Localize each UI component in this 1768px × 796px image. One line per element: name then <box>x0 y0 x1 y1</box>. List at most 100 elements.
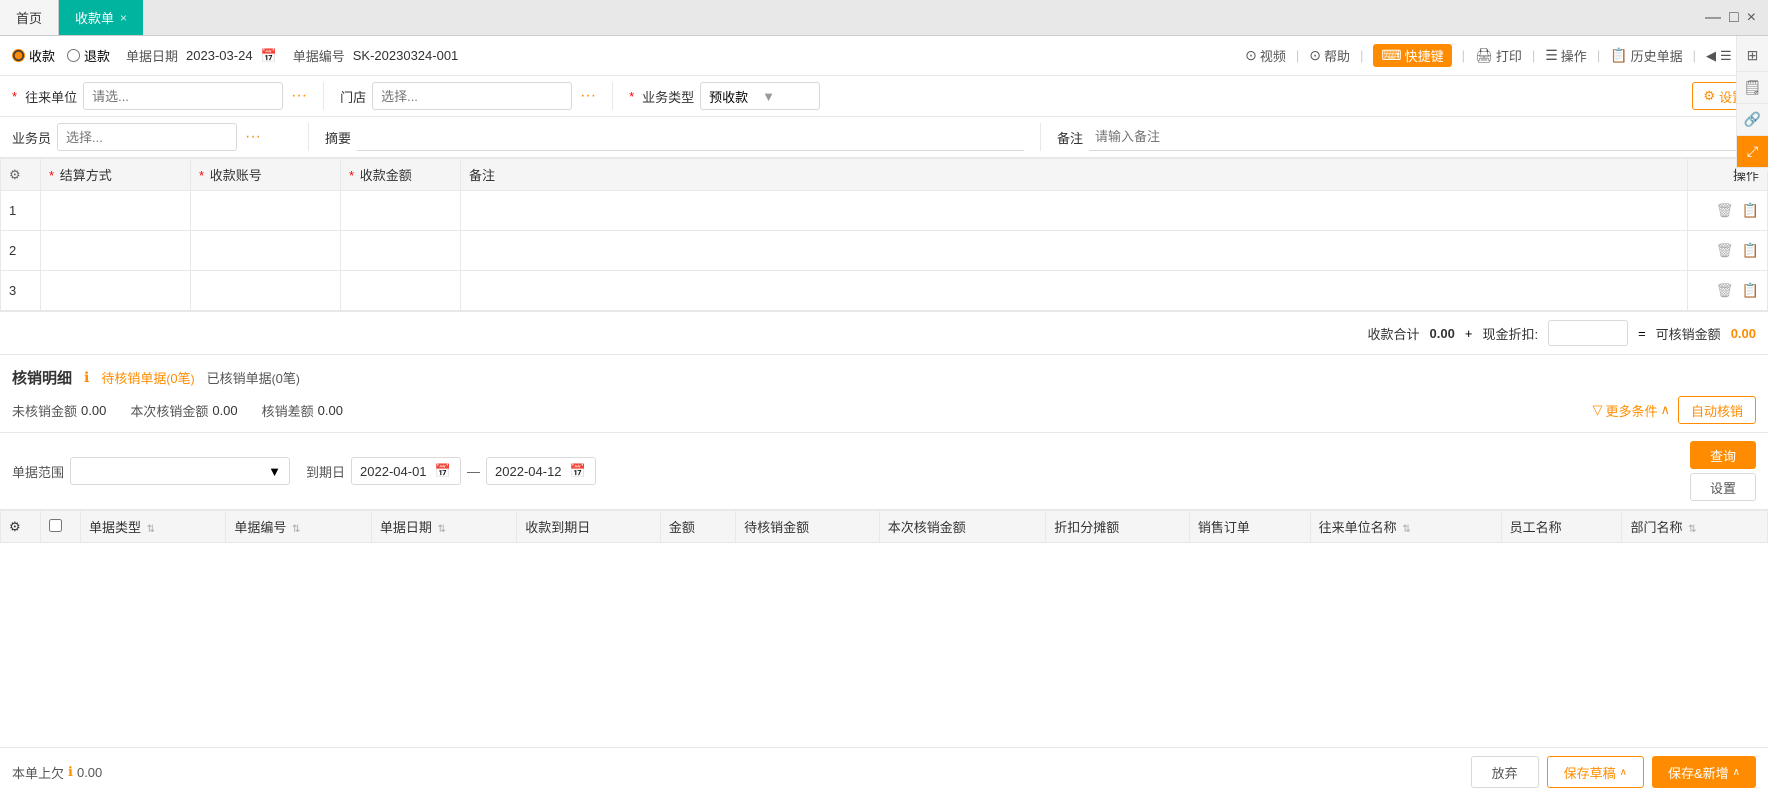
range-field: 单据范围 ▼ <box>12 457 290 485</box>
delete-row2-icon[interactable]: 🗑 <box>1716 242 1734 259</box>
row1-account[interactable] <box>191 191 341 231</box>
copy-row1-icon[interactable]: 📋 <box>1742 202 1759 219</box>
bottom-value: 0.00 <box>77 765 102 780</box>
close-window-icon[interactable]: × <box>1747 9 1756 27</box>
business-type-value: 预收款 <box>709 87 758 106</box>
maximize-icon[interactable]: □ <box>1729 9 1739 27</box>
list-view-icon[interactable]: ☰ <box>1720 48 1732 64</box>
store-more-icon[interactable]: ··· <box>580 87 596 105</box>
sort-dept-icon[interactable]: ⇅ <box>1688 524 1696 535</box>
copy-row2-icon[interactable]: 📋 <box>1742 242 1759 259</box>
table-row: 2 🗑 📋 <box>1 231 1768 271</box>
verified-tab[interactable]: 已核销单据(0笔) <box>207 368 300 387</box>
verify-title: 核销明细 <box>12 367 72 388</box>
row2-account[interactable] <box>191 231 341 271</box>
help-action[interactable]: ⊙ 帮助 <box>1309 46 1350 65</box>
copy-row3-icon[interactable]: 📋 <box>1742 282 1759 299</box>
radio-collection[interactable]: 收款 <box>12 46 55 65</box>
save-draft-dropdown-icon: ∧ <box>1620 767 1627 778</box>
save-draft-button[interactable]: 保存草稿 ∧ <box>1547 756 1644 788</box>
query-button[interactable]: 查询 <box>1690 441 1756 469</box>
date-to-input[interactable]: 2022-04-12 📅 <box>486 457 596 485</box>
row3-settlement[interactable] <box>41 271 191 311</box>
verify-stats: 未核销金额 0.00 本次核销金额 0.00 核销差额 0.00 ▽ 更多条件 … <box>0 392 1768 433</box>
tab-active[interactable]: 收款单 × <box>59 0 143 35</box>
radio-refund[interactable]: 退款 <box>67 46 110 65</box>
video-action[interactable]: ⊙ 视频 <box>1245 46 1286 65</box>
select-all-checkbox[interactable] <box>49 519 62 532</box>
save-new-button[interactable]: 保存&新增 ∧ <box>1652 756 1756 788</box>
row3-account[interactable] <box>191 271 341 311</box>
row3-remark[interactable] <box>461 271 1688 311</box>
sort-type-icon[interactable]: ⇅ <box>147 524 155 535</box>
discount-input[interactable] <box>1548 320 1628 346</box>
minimize-icon[interactable]: — <box>1705 9 1721 27</box>
remark-input[interactable] <box>1089 123 1756 151</box>
store-input[interactable] <box>372 82 572 110</box>
business-type-select[interactable]: 预收款 ▼ <box>700 82 820 110</box>
row1-remark[interactable] <box>461 191 1688 231</box>
verified-tab-label: 已核销单据 <box>207 371 272 386</box>
discard-button[interactable]: 放弃 <box>1471 756 1539 788</box>
date-from-input[interactable]: 2022-04-01 📅 <box>351 457 461 485</box>
counterpart-input[interactable] <box>83 82 283 110</box>
row2-amount[interactable] <box>341 231 461 271</box>
summary-input[interactable] <box>357 123 1024 151</box>
delete-row3-icon[interactable]: 🗑 <box>1716 282 1734 299</box>
prev-icon[interactable]: ◀ <box>1706 48 1716 64</box>
filter-settings-button[interactable]: 设置 <box>1690 473 1756 501</box>
print-action[interactable]: 🖨 打印 <box>1475 46 1522 65</box>
pending-tab[interactable]: 待核销单据(0笔) <box>101 368 194 387</box>
row1-settlement[interactable] <box>41 191 191 231</box>
sort-counterpart-icon[interactable]: ⇅ <box>1402 524 1410 535</box>
sort-date-icon[interactable]: ⇅ <box>437 524 445 535</box>
table-gear-icon[interactable]: ⚙ <box>9 167 21 182</box>
row2-remark[interactable] <box>461 231 1688 271</box>
tab-home[interactable]: 首页 <box>0 0 59 35</box>
auto-verify-button[interactable]: 自动核销 <box>1678 396 1756 424</box>
calendar-to-icon: 📅 <box>570 463 586 479</box>
counterpart-more-icon[interactable]: ··· <box>291 87 307 105</box>
divider-2 <box>612 82 613 110</box>
sort-number-icon[interactable]: ⇅ <box>292 524 300 535</box>
calendar-icon[interactable]: 📅 <box>261 48 277 64</box>
verify-header: 核销明细 ℹ 待核销单据(0笔) 已核销单据(0笔) <box>0 363 1768 392</box>
verify-table-wrapper[interactable]: ⚙ 单据类型 ⇅ 单据编号 ⇅ <box>0 510 1768 739</box>
vtcol-date: 单据日期 ⇅ <box>371 511 516 543</box>
delete-row1-icon[interactable]: 🗑 <box>1716 202 1734 219</box>
counterpart-field: * 往来单位 ··· <box>12 82 307 110</box>
summary-label: 摘要 <box>325 128 351 147</box>
range-select[interactable]: ▼ <box>70 457 290 485</box>
bottom-bar: 本单上欠 ℹ 0.00 放弃 保存草稿 ∧ 保存&新增 ∧ <box>0 747 1768 796</box>
more-conditions-btn[interactable]: ▽ 更多条件 ∧ <box>1592 401 1670 420</box>
plus-sign: + <box>1465 326 1473 341</box>
vtcol-check <box>41 511 81 543</box>
vtcol-dept: 部门名称 ⇅ <box>1622 511 1768 543</box>
date-from-value: 2022-04-01 <box>360 464 427 479</box>
operations-icon: ☰ <box>1545 47 1558 64</box>
staff-input[interactable] <box>57 123 237 151</box>
history-action[interactable]: 📋 历史单据 <box>1610 46 1682 65</box>
sidebar-attachment-icon[interactable]: 🔗 <box>1737 104 1768 136</box>
verify-info-icon[interactable]: ℹ <box>84 369 89 386</box>
vtable-gear-icon[interactable]: ⚙ <box>9 519 21 534</box>
row3-amount[interactable] <box>341 271 461 311</box>
sidebar-table-icon[interactable]: 🗒 <box>1737 72 1768 104</box>
diff-value: 0.00 <box>318 403 343 418</box>
history-label: 历史单据 <box>1631 46 1683 65</box>
col-settlement: * 结算方式 <box>41 159 191 191</box>
shortcut-action[interactable]: ⌨ 快捷键 <box>1373 44 1451 67</box>
col-account: * 收款账号 <box>191 159 341 191</box>
staff-more-icon[interactable]: ··· <box>245 128 261 146</box>
sidebar-expand-icon[interactable]: ⤢ <box>1737 136 1768 168</box>
verified-count: 0笔 <box>276 371 296 386</box>
operations-action[interactable]: ☰ 操作 <box>1545 46 1587 65</box>
close-tab-icon[interactable]: × <box>120 11 127 25</box>
video-icon: ⊙ <box>1245 47 1257 64</box>
row2-settlement[interactable] <box>41 231 191 271</box>
print-icon: 🖨 <box>1475 47 1493 64</box>
sidebar-grid-icon[interactable]: ⊞ <box>1737 40 1768 72</box>
row1-amount[interactable] <box>341 191 461 231</box>
vtcol-discount: 折扣分摊额 <box>1046 511 1190 543</box>
bottom-info-icon[interactable]: ℹ <box>68 764 73 780</box>
